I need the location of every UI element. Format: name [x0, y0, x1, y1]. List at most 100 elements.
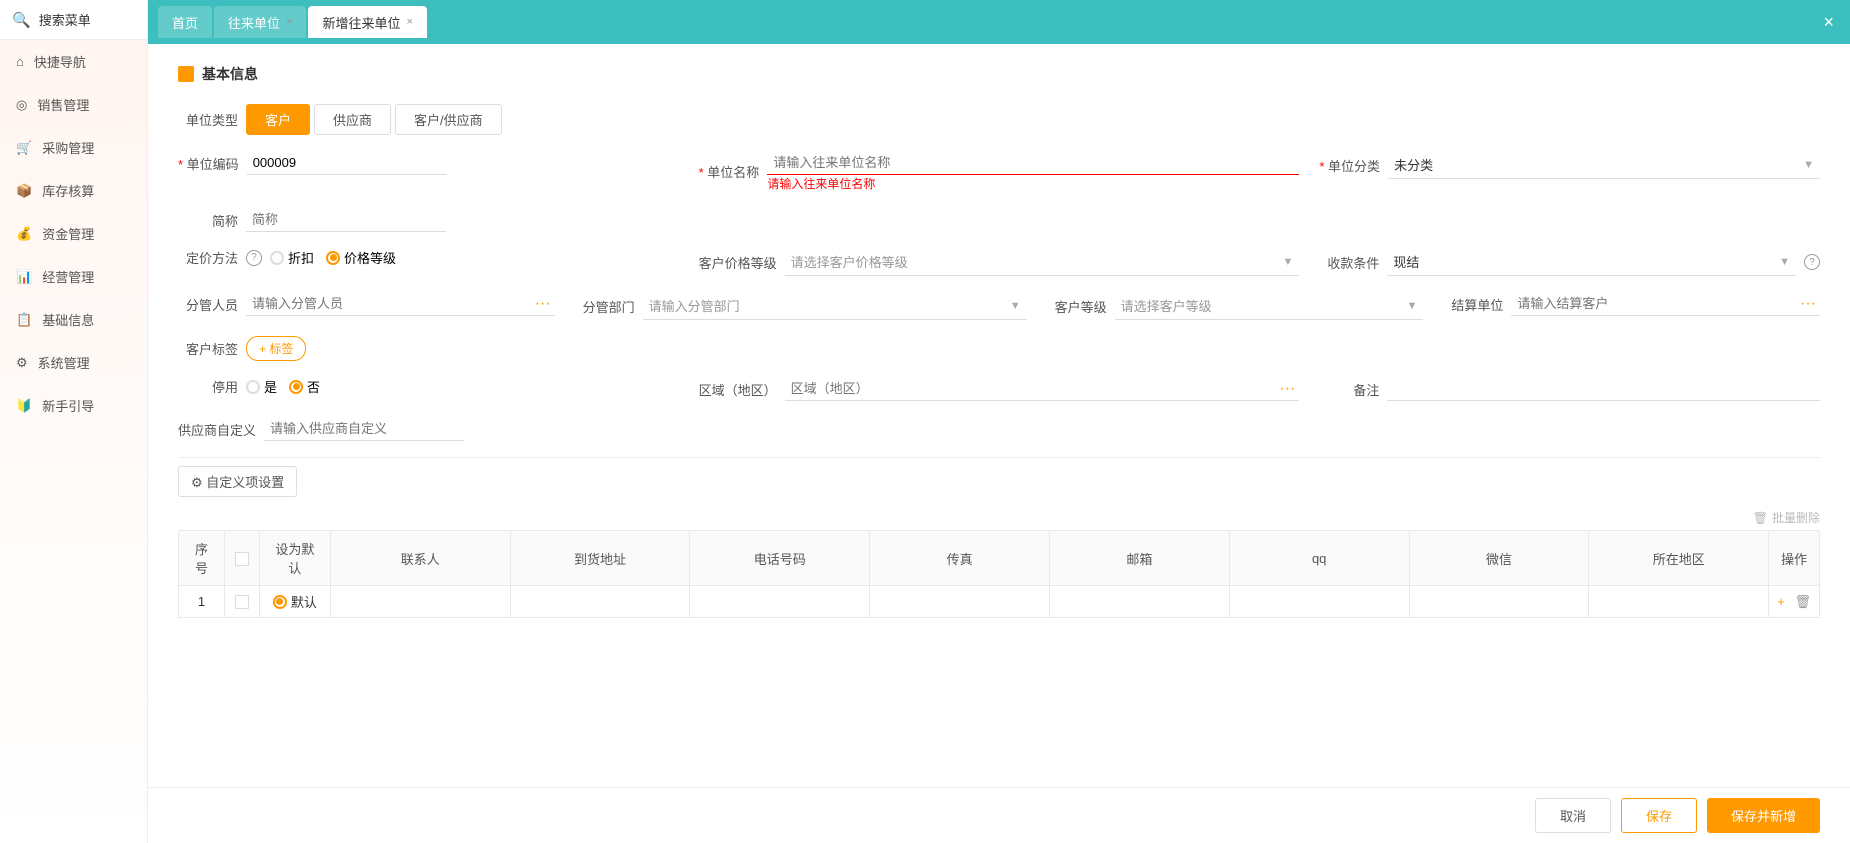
tab-home[interactable]: 首页 — [158, 6, 212, 38]
tab-bar: 首页 往来单位 × 新增往来单位 × × — [148, 0, 1850, 44]
sidebar-item-purchase[interactable]: 🛒 采购管理 — [0, 126, 147, 169]
pricing-help-icon[interactable]: ? — [246, 250, 262, 266]
save-button[interactable]: 保存 — [1621, 798, 1697, 833]
sidebar-item-basic-info[interactable]: 📋 基础信息 — [0, 298, 147, 341]
remarks-input[interactable] — [1387, 377, 1820, 401]
add-tag-button[interactable]: + 标签 — [246, 336, 306, 361]
customer-level-group: 客户等级 请选择客户等级 ▼ — [1047, 292, 1424, 320]
payment-help-icon[interactable]: ? — [1804, 254, 1820, 270]
col-address: 到货地址 — [510, 531, 690, 586]
sidebar-item-finance[interactable]: 💰 资金管理 — [0, 212, 147, 255]
payment-terms-select[interactable]: 现结 ▼ — [1387, 248, 1796, 276]
customer-tag-label: 客户标签 — [178, 339, 238, 358]
unit-code-input[interactable] — [247, 151, 447, 175]
sidebar-item-operations[interactable]: 📊 经营管理 — [0, 255, 147, 298]
department-placeholder: 请输入分管部门 — [649, 296, 740, 315]
phone-input[interactable] — [698, 594, 861, 609]
sidebar-item-system[interactable]: ⚙ 系统管理 — [0, 341, 147, 384]
location-input[interactable] — [1597, 594, 1760, 609]
email-input[interactable] — [1058, 594, 1221, 609]
window-close-icon[interactable]: × — [1817, 12, 1840, 33]
unit-name-field-wrapper: 请输入往来单位名称 — [767, 151, 1299, 192]
department-group: 分管部门 请输入分管部门 ▼ — [575, 292, 1027, 320]
unit-btn-customer[interactable]: 客户 — [246, 104, 310, 135]
cell-checkbox — [224, 586, 259, 618]
pricing-method-radios: 折扣 价格等级 — [270, 248, 396, 267]
abbr-input[interactable] — [246, 208, 446, 232]
qq-input[interactable] — [1238, 594, 1401, 609]
custom-settings-button[interactable]: ⚙ 自定义项设置 — [178, 466, 297, 497]
batch-delete-area: 🗑 批量删除 — [178, 509, 1820, 526]
finance-icon: 💰 — [16, 226, 32, 242]
purchase-icon: 🛒 — [16, 140, 32, 156]
customer-price-level-select[interactable]: 请选择客户价格等级 ▼ — [785, 248, 1300, 276]
col-contact: 联系人 — [330, 531, 510, 586]
cancel-button[interactable]: 取消 — [1535, 798, 1611, 833]
customer-level-select[interactable]: 请选择客户等级 ▼ — [1115, 292, 1424, 320]
supplier-custom-row: 供应商自定义 — [178, 417, 1820, 441]
customer-price-level-placeholder: 请选择客户价格等级 — [791, 252, 908, 271]
tab-partners[interactable]: 往来单位 × — [214, 6, 306, 38]
sidebar-item-quick-nav[interactable]: ⌂ 快捷导航 — [0, 40, 147, 83]
cell-location — [1589, 586, 1769, 618]
supplier-custom-input[interactable] — [264, 417, 464, 441]
wechat-input[interactable] — [1418, 594, 1581, 609]
tab-partners-label: 往来单位 — [228, 13, 280, 32]
contact-input[interactable] — [339, 594, 502, 609]
batch-delete-icon: 🗑 — [1753, 511, 1768, 525]
region-input[interactable] — [785, 377, 1276, 400]
header-checkbox[interactable] — [235, 552, 249, 566]
cell-no: 1 — [179, 586, 225, 618]
abbr-label: 简称 — [178, 211, 238, 230]
chevron-down-icon4: ▼ — [1010, 300, 1021, 312]
unit-type-row: 单位类型 客户 供应商 客户/供应商 — [178, 104, 1820, 135]
unit-category-select[interactable]: 未分类 ▼ — [1388, 151, 1820, 179]
payment-terms-label: 收款条件 — [1319, 253, 1379, 272]
sidebar-item-label: 系统管理 — [38, 353, 90, 372]
row-default-radio[interactable]: 默认 — [268, 592, 322, 611]
tab-new-partner[interactable]: 新增往来单位 × — [308, 6, 426, 38]
sidebar-item-inventory[interactable]: 📦 库存核算 — [0, 169, 147, 212]
cell-address — [510, 586, 690, 618]
row-checkbox[interactable] — [235, 595, 249, 609]
cell-actions: + 🗑 — [1769, 586, 1820, 618]
supervisor-input-wrapper: ··· — [246, 292, 555, 316]
radio-price-level[interactable]: 价格等级 — [326, 248, 396, 267]
unit-btn-both[interactable]: 客户/供应商 — [395, 104, 502, 135]
radio-no[interactable]: 否 — [289, 377, 320, 396]
cell-phone — [690, 586, 870, 618]
tab-partners-close[interactable]: × — [286, 16, 292, 28]
bottom-bar: 取消 保存 保存并新增 — [148, 787, 1850, 843]
department-select[interactable]: 请输入分管部门 ▼ — [643, 292, 1027, 320]
col-no: 序号 — [179, 531, 225, 586]
region-more-icon[interactable]: ··· — [1275, 380, 1299, 398]
settlement-unit-input[interactable] — [1511, 292, 1796, 315]
radio-discount-circle — [270, 251, 284, 265]
region-label: 区域（地区） — [699, 380, 777, 399]
search-menu[interactable]: 🔍 搜索菜单 — [0, 0, 147, 40]
supervisor-input[interactable] — [246, 292, 531, 315]
unit-name-input[interactable] — [767, 151, 1299, 175]
supervisor-more-icon[interactable]: ··· — [531, 295, 555, 313]
chevron-down-icon2: ▼ — [1282, 256, 1293, 268]
fax-input[interactable] — [878, 594, 1041, 609]
customer-tag-group: 客户标签 + 标签 — [178, 336, 1820, 361]
radio-discount[interactable]: 折扣 — [270, 248, 314, 267]
unit-btn-supplier[interactable]: 供应商 — [314, 104, 391, 135]
cell-default: 默认 — [259, 586, 330, 618]
region-group: 区域（地区） ··· — [699, 377, 1300, 401]
disabled-radios: 是 否 — [246, 377, 320, 396]
cell-email — [1049, 586, 1229, 618]
tab-new-partner-close[interactable]: × — [406, 16, 412, 28]
address-input[interactable] — [519, 594, 682, 609]
col-default: 设为默认 — [259, 531, 330, 586]
radio-yes[interactable]: 是 — [246, 377, 277, 396]
delete-row-icon[interactable]: 🗑 — [1794, 594, 1811, 609]
add-row-icon[interactable]: + — [1777, 594, 1785, 609]
save-and-new-button[interactable]: 保存并新增 — [1707, 798, 1820, 833]
settlement-more-icon[interactable]: ··· — [1796, 295, 1820, 313]
cell-fax — [870, 586, 1050, 618]
sidebar-item-sales[interactable]: ◎ 销售管理 — [0, 83, 147, 126]
disabled-group: 停用 是 否 — [178, 377, 679, 396]
sidebar-item-guide[interactable]: 🔰 新手引导 — [0, 384, 147, 427]
